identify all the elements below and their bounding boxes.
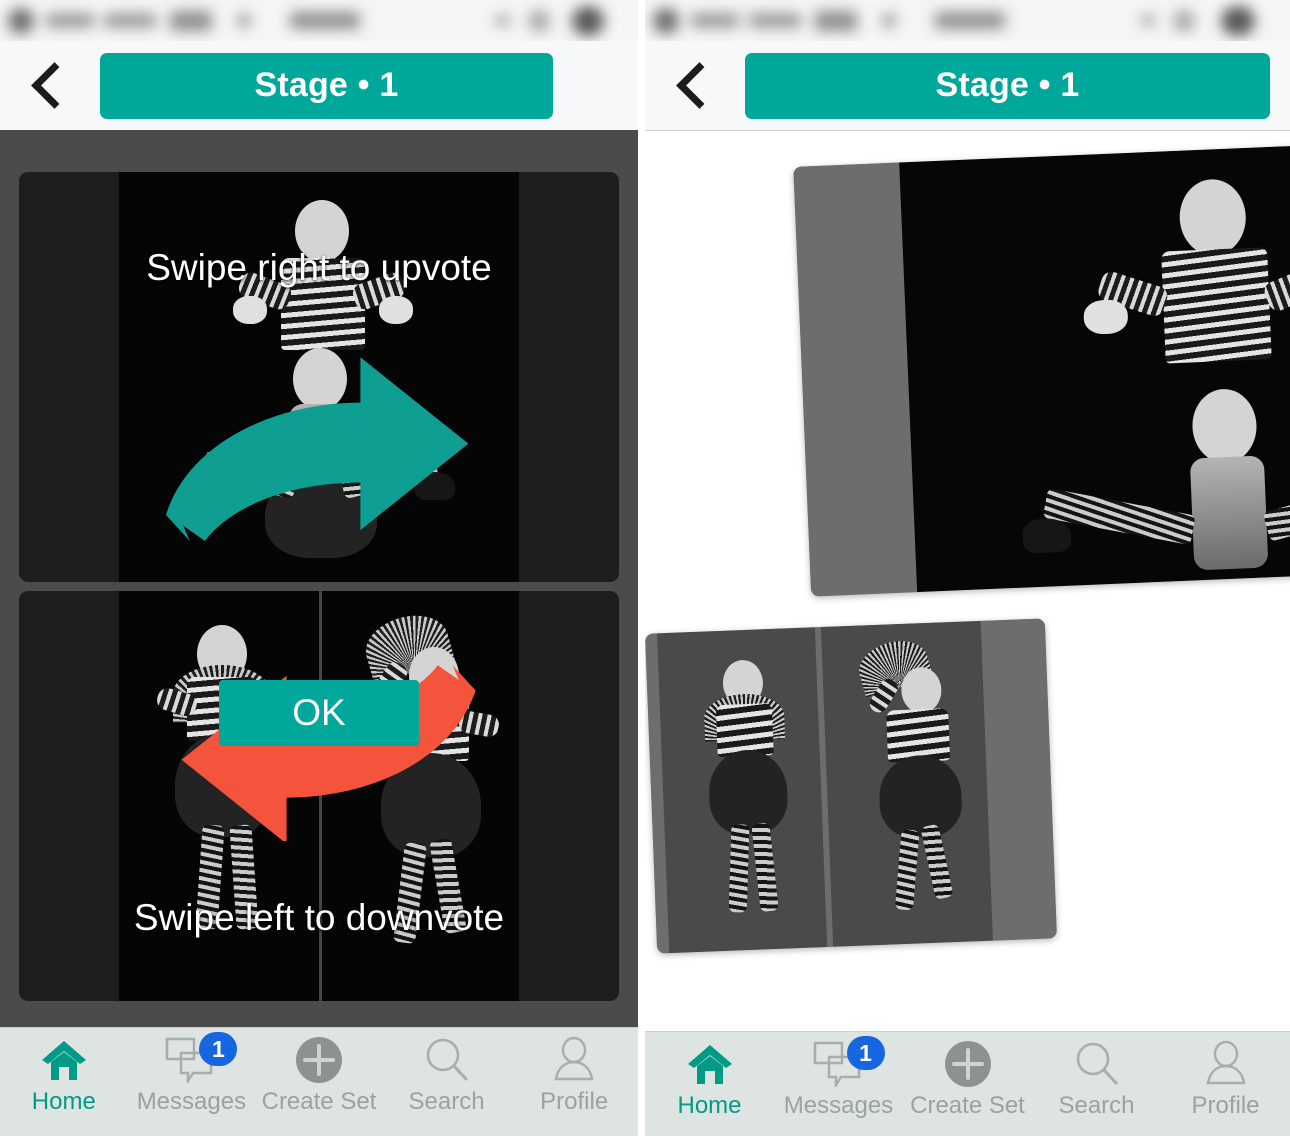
tab-label-search: Search xyxy=(1058,1092,1135,1119)
messages-icon: 1 xyxy=(813,1036,885,1088)
status-bar-blur xyxy=(0,0,638,41)
tutorial-card-upvote: Swipe right to upvote xyxy=(19,172,619,582)
navigation-bar: Stage • 1 xyxy=(645,41,1290,131)
card-feed xyxy=(645,131,1290,1036)
tab-create-set[interactable]: Create Set xyxy=(255,1036,383,1116)
status-bar-blur xyxy=(645,0,1290,41)
tab-messages[interactable]: 1 Messages xyxy=(774,1036,903,1120)
profile-icon xyxy=(550,1036,598,1084)
status-bar xyxy=(645,0,1290,41)
mime-trio-photo xyxy=(119,172,519,582)
back-button[interactable] xyxy=(645,41,745,130)
bottom-tab-bar: Home 1 Messages Create Set Search Profil… xyxy=(645,1031,1290,1136)
ok-button[interactable]: OK xyxy=(219,680,419,746)
tab-label-profile: Profile xyxy=(540,1088,609,1115)
messages-badge: 1 xyxy=(199,1032,238,1066)
tab-label-create-set: Create Set xyxy=(261,1088,377,1115)
tab-label-messages: Messages xyxy=(136,1088,247,1115)
navigation-bar: Stage • 1 xyxy=(0,41,638,131)
search-icon xyxy=(1073,1040,1121,1088)
profile-icon xyxy=(1202,1040,1250,1088)
plus-circle-icon xyxy=(295,1036,343,1084)
tab-profile[interactable]: Profile xyxy=(510,1036,638,1116)
tab-home[interactable]: Home xyxy=(645,1040,774,1120)
photo-split-divider xyxy=(319,591,322,1001)
tab-home[interactable]: Home xyxy=(0,1036,128,1116)
plus-circle-icon xyxy=(944,1040,992,1088)
tab-search[interactable]: Search xyxy=(1032,1040,1161,1120)
status-bar xyxy=(0,0,638,41)
tab-label-messages: Messages xyxy=(783,1092,894,1119)
messages-icon: 1 xyxy=(165,1032,238,1084)
home-icon xyxy=(40,1036,88,1084)
tab-label-profile: Profile xyxy=(1191,1092,1260,1119)
feed-card-mime-trio[interactable] xyxy=(793,143,1290,597)
tab-search[interactable]: Search xyxy=(383,1036,511,1116)
right-phone-screen: Stage • 1 Home 1 Messages Create Set Sea… xyxy=(645,0,1290,1136)
chevron-left-icon xyxy=(30,62,78,109)
tab-label-home: Home xyxy=(31,1088,96,1115)
tab-messages[interactable]: 1 Messages xyxy=(128,1032,256,1116)
stage-title-button[interactable]: Stage • 1 xyxy=(100,52,553,119)
tutorial-overlay[interactable]: Swipe right to upvote Swipe left to down… xyxy=(0,130,638,1035)
tab-label-create-set: Create Set xyxy=(910,1092,1025,1119)
back-button[interactable] xyxy=(0,41,100,130)
panel-divider xyxy=(638,0,645,1136)
tab-label-home: Home xyxy=(677,1092,742,1119)
dual-screenshot-container: Stage • 1 Swipe right to upvote Swipe le… xyxy=(0,0,1290,1136)
bottom-tab-bar: Home 1 Messages Create Set Search Profil… xyxy=(0,1027,638,1136)
search-icon xyxy=(423,1036,471,1084)
mime-fan-photo xyxy=(119,591,519,1001)
tutorial-card-downvote: Swipe left to downvote xyxy=(19,591,619,1001)
feed-card-mime-diptych[interactable] xyxy=(645,618,1057,954)
messages-badge: 1 xyxy=(846,1036,885,1070)
tab-profile[interactable]: Profile xyxy=(1161,1040,1290,1120)
home-icon xyxy=(686,1040,734,1088)
left-phone-screen: Stage • 1 Swipe right to upvote Swipe le… xyxy=(0,0,638,1136)
tab-create-set[interactable]: Create Set xyxy=(903,1040,1032,1120)
tab-label-search: Search xyxy=(408,1088,485,1115)
stage-title-button[interactable]: Stage • 1 xyxy=(745,52,1270,119)
chevron-left-icon xyxy=(675,62,723,109)
